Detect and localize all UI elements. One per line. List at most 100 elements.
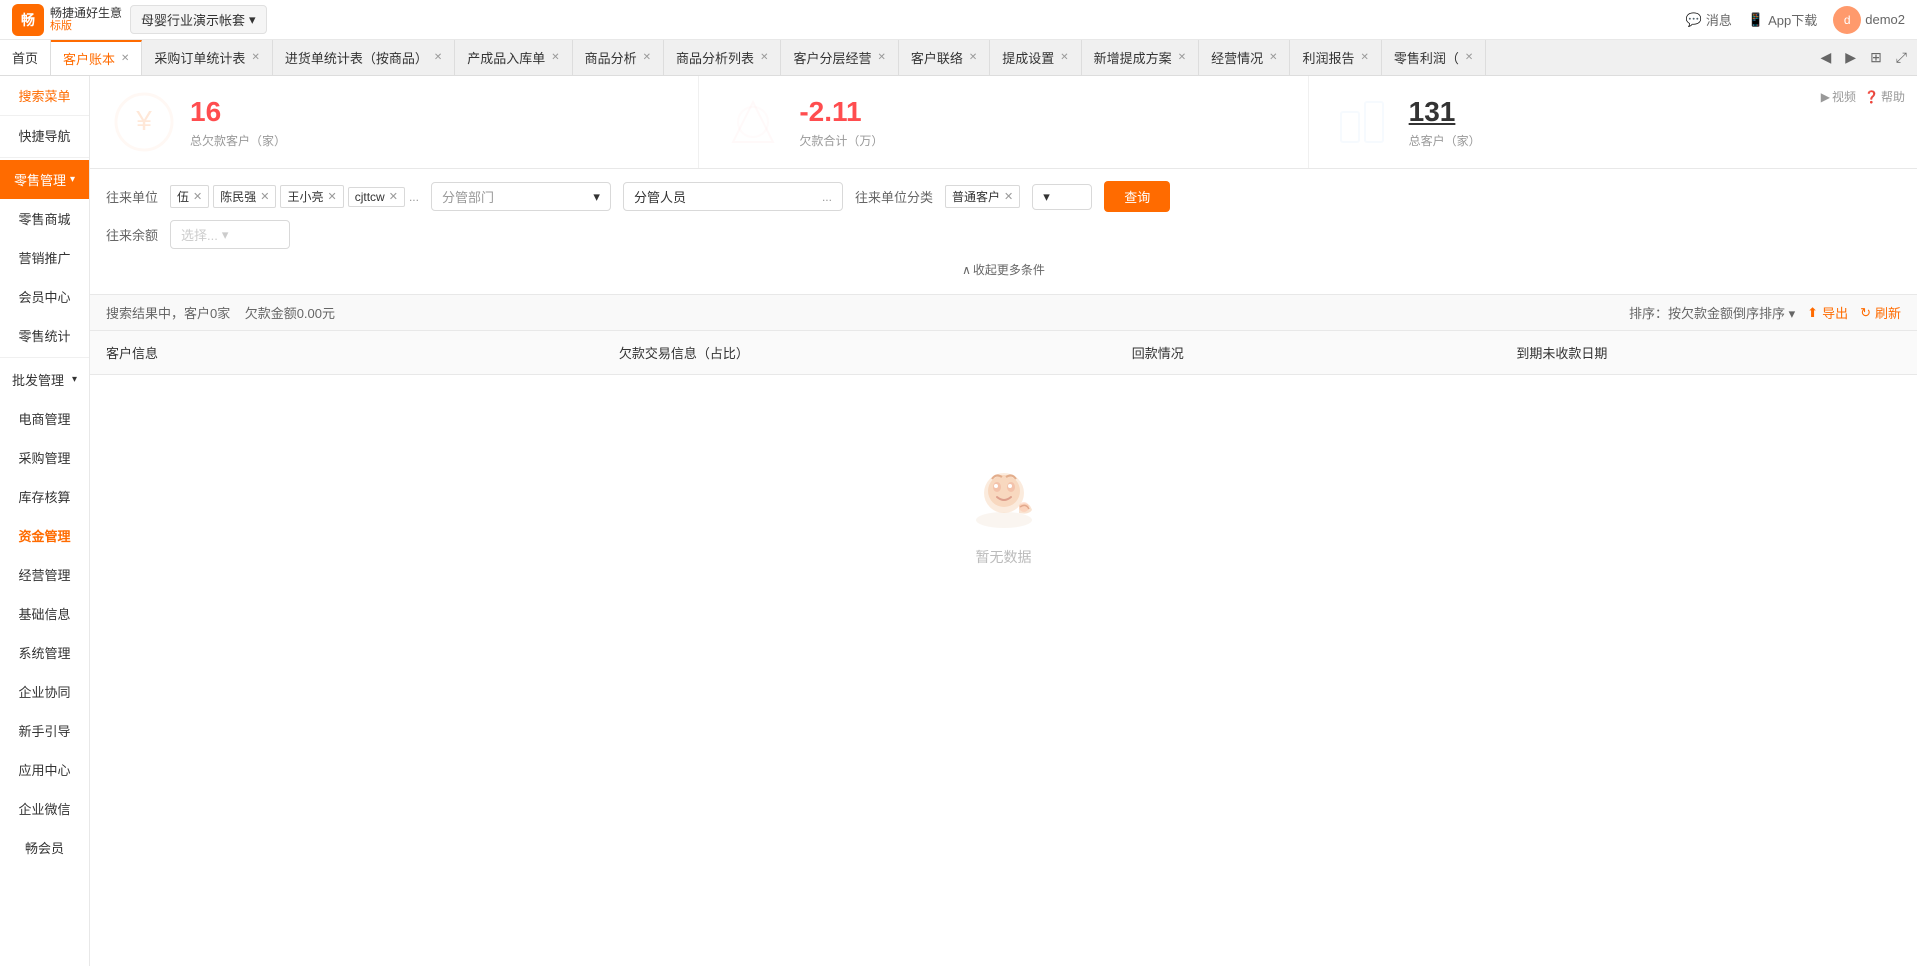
tab-goods-analysis-list[interactable]: 商品分析列表 ✕ bbox=[664, 40, 781, 76]
sort-label: 排序：按欠款金额倒序排序 ▾ bbox=[1629, 303, 1795, 322]
user-profile[interactable]: d demo2 bbox=[1833, 6, 1905, 34]
dept-select[interactable]: 分管部门 ▾ bbox=[431, 182, 611, 211]
tab-profit-report[interactable]: 利润报告 ✕ bbox=[1290, 40, 1381, 76]
stat-value-customers: 16 bbox=[190, 95, 286, 129]
sidebar-item-wholesale[interactable]: 批发管理 ▾ bbox=[0, 360, 89, 399]
tab-goods-analysis[interactable]: 商品分析 ✕ bbox=[573, 40, 664, 76]
close-icon[interactable]: ✕ bbox=[969, 52, 977, 63]
collapse-button[interactable]: ∧ 收起更多条件 bbox=[962, 261, 1045, 278]
tag-close-wu[interactable]: ✕ bbox=[193, 190, 202, 203]
tab-new-commission[interactable]: 新增提成方案 ✕ bbox=[1082, 40, 1199, 76]
stat-help-area: ▶ 视频 ❓ 帮助 bbox=[1821, 88, 1905, 105]
sidebar-item-operations[interactable]: 经营管理 bbox=[0, 555, 89, 594]
sidebar-item-finance[interactable]: 资金管理 bbox=[0, 516, 89, 555]
tag-close-cj[interactable]: ✕ bbox=[389, 190, 398, 203]
video-button[interactable]: ▶ 视频 bbox=[1821, 88, 1856, 105]
balance-input[interactable]: 选择... ▾ bbox=[170, 220, 290, 249]
export-button[interactable]: ⬆ 导出 bbox=[1807, 303, 1848, 322]
sidebar-divider bbox=[0, 157, 89, 158]
tab-retail-profit[interactable]: 零售利润（ ✕ bbox=[1382, 40, 1486, 76]
sidebar-item-system[interactable]: 系统管理 bbox=[0, 633, 89, 672]
sidebar-item-inventory[interactable]: 库存核算 bbox=[0, 477, 89, 516]
unit-label: 往来单位 bbox=[106, 187, 158, 206]
avatar: d bbox=[1833, 6, 1861, 34]
chevron-down-icon: ▾ bbox=[70, 174, 75, 185]
tab-commission[interactable]: 提成设置 ✕ bbox=[990, 40, 1081, 76]
tag-close-chen[interactable]: ✕ bbox=[260, 190, 269, 203]
logo-icon: 畅 bbox=[12, 4, 44, 36]
stat-label-debt: 欠款合计（万） bbox=[799, 132, 883, 149]
sidebar-item-wechat[interactable]: 企业微信 bbox=[0, 789, 89, 828]
sidebar: 搜索菜单 快捷导航 零售管理 ▾ 零售商城 营销推广 会员中心 零售统计 批发管… bbox=[0, 76, 90, 966]
stat-label-all-customers: 总客户（家） bbox=[1409, 132, 1481, 149]
sidebar-item-marketing[interactable]: 营销推广 bbox=[0, 238, 89, 277]
tab-home[interactable]: 首页 bbox=[0, 40, 51, 76]
store-selector[interactable]: 母婴行业演示帐套 ▾ bbox=[130, 5, 267, 34]
tab-operations[interactable]: 经营情况 ✕ bbox=[1199, 40, 1290, 76]
sidebar-item-retail-mgmt[interactable]: 零售管理 ▾ bbox=[0, 160, 89, 199]
query-button[interactable]: 查询 bbox=[1104, 181, 1170, 212]
person-select[interactable]: 分管人员 ... bbox=[623, 182, 843, 211]
refresh-button[interactable]: ↻ 刷新 bbox=[1860, 303, 1901, 322]
top-bar-right: 💬 消息 📱 App下载 d demo2 bbox=[1686, 6, 1905, 34]
close-icon[interactable]: ✕ bbox=[1269, 52, 1277, 63]
sidebar-search[interactable]: 搜索菜单 bbox=[0, 76, 89, 116]
sidebar-item-retail-mall[interactable]: 零售商城 bbox=[0, 199, 89, 238]
tag-close-normal[interactable]: ✕ bbox=[1004, 190, 1013, 203]
sidebar-item-appcenter[interactable]: 应用中心 bbox=[0, 750, 89, 789]
filter-collapse-row: ∧ 收起更多条件 bbox=[106, 257, 1901, 282]
category-select[interactable]: ▾ bbox=[1032, 184, 1092, 210]
nav-prev-button[interactable]: ◀ bbox=[1815, 47, 1838, 68]
close-icon[interactable]: ✕ bbox=[121, 53, 129, 64]
message-icon: 💬 bbox=[1686, 12, 1702, 28]
stat-value-debt: -2.11 bbox=[799, 95, 883, 129]
help-button[interactable]: ❓ 帮助 bbox=[1864, 88, 1905, 105]
app-download-button[interactable]: 📱 App下载 bbox=[1748, 10, 1817, 29]
sidebar-item-retail-stats[interactable]: 零售统计 bbox=[0, 316, 89, 355]
nav-expand-button[interactable]: ⊞ bbox=[1864, 47, 1888, 68]
chevron-down-icon[interactable]: ▾ bbox=[1789, 306, 1796, 321]
stat-info-all-customers: 131 总客户（家） bbox=[1409, 95, 1481, 150]
category-tag-normal: 普通客户 ✕ bbox=[945, 185, 1020, 208]
chevron-down-icon: ▾ bbox=[593, 189, 600, 205]
close-icon[interactable]: ✕ bbox=[434, 52, 442, 63]
refresh-icon: ↻ bbox=[1860, 305, 1871, 321]
sidebar-divider bbox=[0, 357, 89, 358]
close-icon[interactable]: ✕ bbox=[551, 52, 559, 63]
tab-product-inbound[interactable]: 产成品入库单 ✕ bbox=[455, 40, 572, 76]
sidebar-item-enterprise[interactable]: 企业协同 bbox=[0, 672, 89, 711]
message-button[interactable]: 💬 消息 bbox=[1686, 10, 1732, 29]
sidebar-item-quick-nav[interactable]: 快捷导航 bbox=[0, 116, 89, 155]
sidebar-item-newguide[interactable]: 新手引导 bbox=[0, 711, 89, 750]
tag-close-wang[interactable]: ✕ bbox=[328, 190, 337, 203]
nav-next-button[interactable]: ▶ bbox=[1839, 47, 1862, 68]
unit-more[interactable]: ... bbox=[409, 190, 419, 204]
table-col-debt: 欠款交易信息（占比） bbox=[619, 343, 1132, 362]
close-icon[interactable]: ✕ bbox=[1465, 52, 1473, 63]
tab-customer-segment[interactable]: 客户分层经营 ✕ bbox=[781, 40, 898, 76]
stat-value-all-customers: 131 bbox=[1409, 95, 1481, 129]
stat-card-customers: ¥ 16 总欠款客户（家） bbox=[90, 76, 698, 168]
close-icon[interactable]: ✕ bbox=[643, 52, 651, 63]
sidebar-item-member[interactable]: 会员中心 bbox=[0, 277, 89, 316]
close-icon[interactable]: ✕ bbox=[877, 52, 885, 63]
tab-accounts[interactable]: 客户账本 ✕ bbox=[51, 40, 142, 76]
close-icon[interactable]: ✕ bbox=[1060, 52, 1068, 63]
nav-controls: ◀ ▶ ⊞ ⤢ bbox=[1815, 47, 1917, 68]
debt-bg-icon bbox=[723, 92, 783, 152]
sidebar-item-purchase[interactable]: 采购管理 bbox=[0, 438, 89, 477]
results-bar: 搜索结果中，客户0家 欠款金额0.00元 排序：按欠款金额倒序排序 ▾ ⬆ 导出… bbox=[90, 295, 1917, 331]
chevron-right-icon: ▾ bbox=[72, 374, 77, 385]
sidebar-item-ecommerce[interactable]: 电商管理 bbox=[0, 399, 89, 438]
close-icon[interactable]: ✕ bbox=[1178, 52, 1186, 63]
sidebar-item-vip[interactable]: 畅会员 bbox=[0, 828, 89, 867]
sidebar-item-basic-info[interactable]: 基础信息 bbox=[0, 594, 89, 633]
tab-inbound-stats[interactable]: 进货单统计表（按商品） ✕ bbox=[273, 40, 455, 76]
tab-customer-contact[interactable]: 客户联络 ✕ bbox=[899, 40, 990, 76]
nav-fullscreen-button[interactable]: ⤢ bbox=[1890, 47, 1913, 68]
logo-text: 畅捷通好生意 标版 bbox=[50, 6, 122, 34]
close-icon[interactable]: ✕ bbox=[1361, 52, 1369, 63]
tab-purchase-order[interactable]: 采购订单统计表 ✕ bbox=[142, 40, 272, 76]
close-icon[interactable]: ✕ bbox=[760, 52, 768, 63]
close-icon[interactable]: ✕ bbox=[251, 52, 259, 63]
